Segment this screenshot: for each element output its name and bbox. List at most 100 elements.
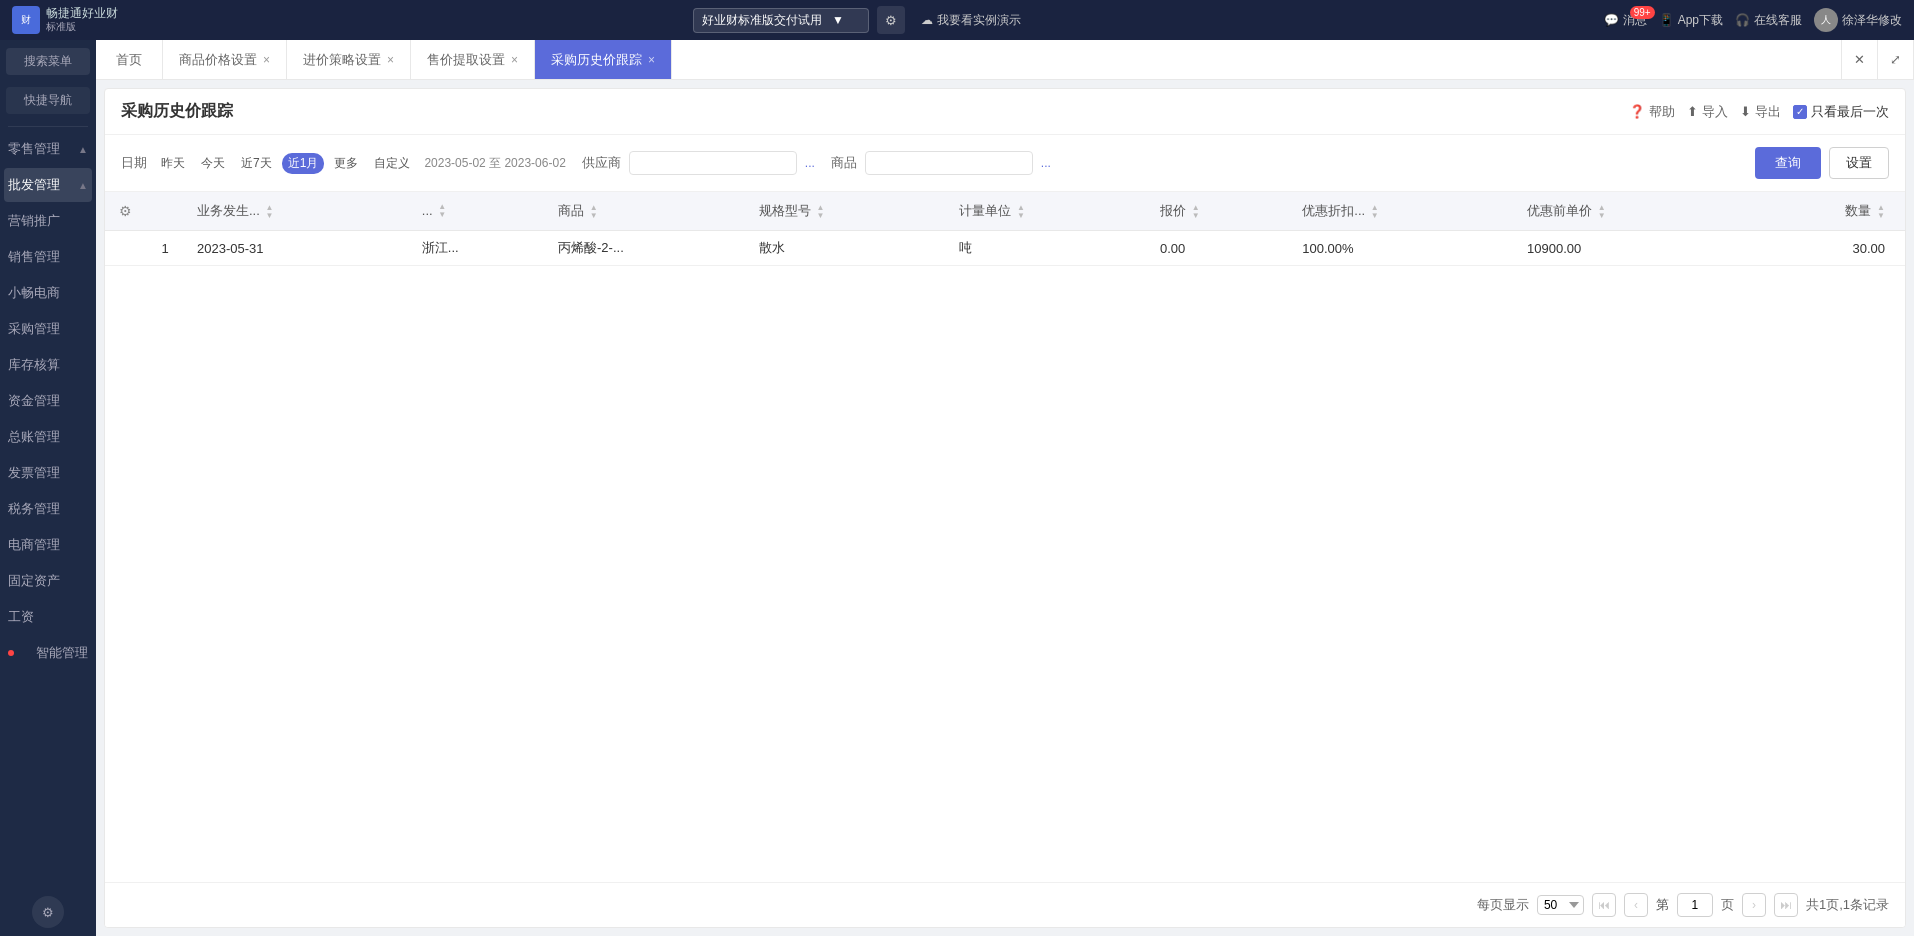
sidebar-item-invoice[interactable]: 发票管理 — [4, 456, 92, 490]
quick-nav-button[interactable]: 快捷导航 — [6, 87, 90, 114]
product-input[interactable] — [865, 151, 1033, 175]
table-header: ⚙ 业务发生... ▲▼ ... ▲▼ — [105, 192, 1905, 231]
next-page-button[interactable]: › — [1742, 893, 1766, 917]
date-option-today[interactable]: 今天 — [195, 153, 231, 174]
tab-purchase-history[interactable]: 采购历史价跟踪 × — [535, 40, 672, 79]
page-prefix: 第 — [1656, 896, 1669, 914]
column-settings-icon[interactable]: ⚙ — [119, 203, 132, 219]
sidebar-item-sales[interactable]: 销售管理 — [4, 240, 92, 274]
dot-indicator — [8, 650, 14, 656]
message-action[interactable]: 💬 消息 99+ — [1604, 12, 1647, 29]
supplier-label: 供应商 — [582, 154, 621, 172]
tab-close-icon[interactable]: × — [263, 54, 270, 66]
import-action[interactable]: ⬆ 导入 — [1687, 103, 1728, 121]
sort-icons: ▲▼ — [1877, 204, 1885, 220]
sort-icons: ▲▼ — [1017, 204, 1025, 220]
supplier-more[interactable]: ... — [805, 156, 815, 170]
row-unit: 吨 — [947, 231, 1148, 266]
tab-close-icon[interactable]: × — [387, 54, 394, 66]
online-service-action[interactable]: 🎧 在线客服 — [1735, 12, 1802, 29]
row-spec: 散水 — [747, 231, 948, 266]
page-header-right: ❓ 帮助 ⬆ 导入 ⬇ 导出 ✓ 只看最后一次 — [1629, 103, 1889, 121]
date-option-yesterday[interactable]: 昨天 — [155, 153, 191, 174]
app-download-action[interactable]: 📱 App下载 — [1659, 12, 1723, 29]
col-pre-price: 优惠前单价 ▲▼ — [1515, 192, 1745, 231]
version-badge: 标准版 — [46, 20, 118, 34]
sidebar-item-ecommerce[interactable]: 电商管理 — [4, 528, 92, 562]
chevron-down-icon: ▼ — [832, 13, 844, 27]
pagination: 每页显示 102050100 ⏮ ‹ 第 页 › ⏭ 共1页,1条记录 — [105, 882, 1905, 927]
supplier-input[interactable] — [629, 151, 797, 175]
date-option-7days[interactable]: 近7天 — [235, 153, 278, 174]
sidebar-item-intelligence[interactable]: 智能管理 — [4, 636, 92, 670]
last-page-button[interactable]: ⏭ — [1774, 893, 1798, 917]
page-input[interactable] — [1677, 893, 1713, 917]
sidebar-item-purchase[interactable]: 采购管理 — [4, 312, 92, 346]
export-icon: ⬇ — [1740, 104, 1751, 119]
col-discount: 优惠折扣... ▲▼ — [1290, 192, 1515, 231]
product-label: 商品 — [831, 154, 857, 172]
tab-bar: 首页 商品价格设置 × 进价策略设置 × 售价提取设置 × 采购历史价跟踪 × … — [96, 40, 1914, 80]
table-header-row: ⚙ 业务发生... ▲▼ ... ▲▼ — [105, 192, 1905, 231]
col-spec: 规格型号 ▲▼ — [747, 192, 948, 231]
sidebar-item-retail[interactable]: 零售管理 ▲ — [4, 132, 92, 166]
help-icon: ❓ — [1629, 104, 1645, 119]
table-row[interactable]: 1 2023-05-31 浙江... 丙烯酸-2-... 散水 吨 0.00 1… — [105, 231, 1905, 266]
help-action[interactable]: ❓ 帮助 — [1629, 103, 1675, 121]
user-info[interactable]: 人 徐泽华修改 — [1814, 8, 1902, 32]
tab-expand-button[interactable]: ⤢ — [1878, 40, 1914, 79]
tab-product-price[interactable]: 商品价格设置 × — [163, 40, 287, 79]
date-label: 日期 — [121, 154, 147, 172]
sort-icons: ▲▼ — [1371, 204, 1379, 220]
sidebar-item-marketing[interactable]: 营销推广 — [4, 204, 92, 238]
sort-icons: ▲▼ — [438, 203, 446, 219]
tab-close-icon[interactable]: × — [648, 54, 655, 66]
sidebar-item-finance[interactable]: 资金管理 — [4, 384, 92, 418]
sidebar-item-payroll[interactable]: 工资 — [4, 600, 92, 634]
demo-button[interactable]: ☁ 我要看实例演示 — [913, 9, 1029, 32]
tab-home[interactable]: 首页 — [96, 40, 163, 79]
message-icon: 💬 — [1604, 13, 1619, 27]
row-quantity: 30.00 — [1745, 231, 1905, 266]
sidebar-item-ledger[interactable]: 总账管理 — [4, 420, 92, 454]
date-range-display: 2023-05-02 至 2023-06-02 — [424, 155, 565, 172]
only-last-checkbox[interactable]: ✓ 只看最后一次 — [1793, 103, 1889, 121]
first-page-button[interactable]: ⏮ — [1592, 893, 1616, 917]
logo-icon: 财 — [12, 6, 40, 34]
tab-close-button[interactable]: ✕ — [1842, 40, 1878, 79]
date-option-more[interactable]: 更多 — [328, 153, 364, 174]
sidebar-settings-button[interactable]: ⚙ — [32, 896, 64, 928]
table-container: ⚙ 业务发生... ▲▼ ... ▲▼ — [105, 192, 1905, 882]
sort-icons: ▲▼ — [265, 204, 273, 220]
version-select[interactable]: 好业财标准版交付试用 ▼ — [693, 8, 869, 33]
settings-button[interactable]: 设置 — [1829, 147, 1889, 179]
search-menu-button[interactable]: 搜索菜单 — [6, 48, 90, 75]
export-action[interactable]: ⬇ 导出 — [1740, 103, 1781, 121]
sidebar-item-fixed-assets[interactable]: 固定资产 — [4, 564, 92, 598]
date-option-custom[interactable]: 自定义 — [368, 153, 416, 174]
sidebar-item-ecommerce-small[interactable]: 小畅电商 — [4, 276, 92, 310]
sidebar-bottom: ⚙ — [0, 888, 96, 936]
app-logo: 财 畅捷通好业财 标准版 — [12, 6, 118, 34]
prev-page-button[interactable]: ‹ — [1624, 893, 1648, 917]
sort-icons: ▲▼ — [1598, 204, 1606, 220]
date-option-1month[interactable]: 近1月 — [282, 153, 325, 174]
row-product: 丙烯酸-2-... — [546, 231, 747, 266]
date-options: 昨天 今天 近7天 近1月 更多 自定义 — [155, 153, 416, 174]
product-more[interactable]: ... — [1041, 156, 1051, 170]
col-unit: 计量单位 ▲▼ — [947, 192, 1148, 231]
row-price: 0.00 — [1148, 231, 1290, 266]
tab-price-extract[interactable]: 售价提取设置 × — [411, 40, 535, 79]
query-button[interactable]: 查询 — [1755, 147, 1821, 179]
sidebar-item-inventory[interactable]: 库存核算 — [4, 348, 92, 382]
tab-close-icon[interactable]: × — [511, 54, 518, 66]
page-size-select[interactable]: 102050100 — [1537, 895, 1584, 915]
sidebar-search-section: 搜索菜单 — [0, 40, 96, 83]
col-num — [145, 192, 185, 231]
sidebar-item-wholesale[interactable]: 批发管理 ▲ — [4, 168, 92, 202]
row-date: 2023-05-31 — [185, 231, 410, 266]
headset-icon: 🎧 — [1735, 13, 1750, 27]
tab-price-strategy[interactable]: 进价策略设置 × — [287, 40, 411, 79]
gear-button[interactable]: ⚙ — [877, 6, 905, 34]
sidebar-item-tax[interactable]: 税务管理 — [4, 492, 92, 526]
